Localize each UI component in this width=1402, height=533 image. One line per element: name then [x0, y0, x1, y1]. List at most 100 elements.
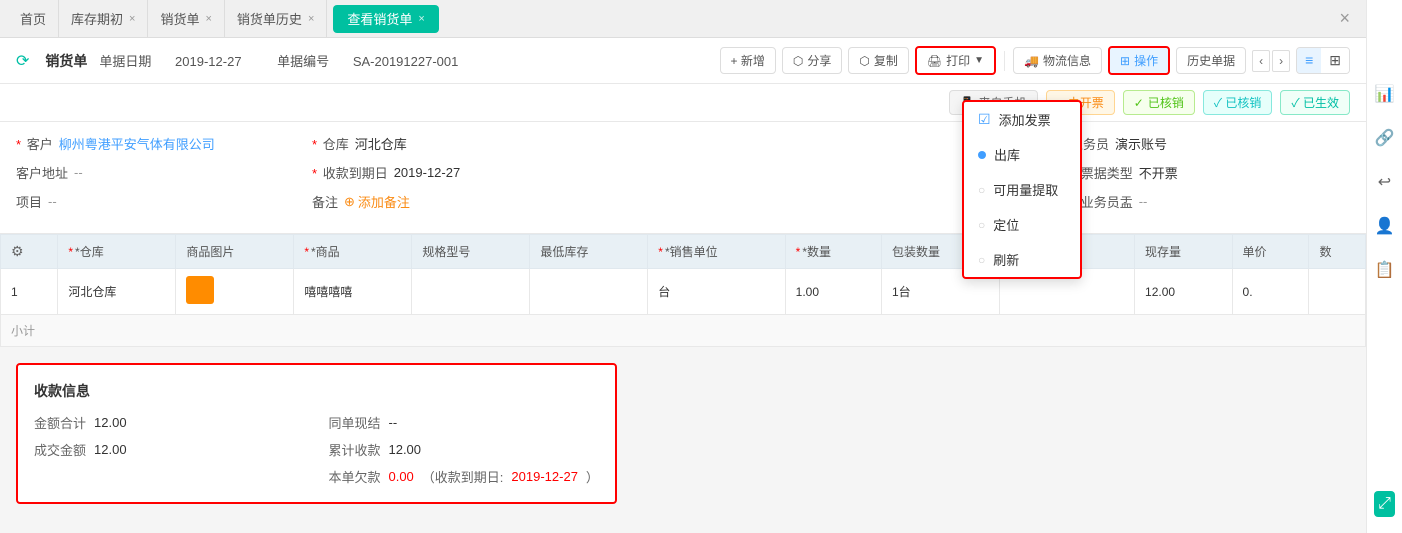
cancel-icon: ✓ [1214, 96, 1222, 110]
checked-button[interactable]: ✓ 已核销 [1123, 90, 1195, 115]
warehouse-field: * 仓库 河北仓库 [312, 134, 592, 153]
payment-info: 收款信息 金额合计 12.00 同单现结 -- 成交金额 12.00 累计收款 … [16, 363, 617, 504]
col-amount: 数 [1309, 235, 1366, 269]
project-value: -- [48, 194, 57, 209]
radio-icon-1: ○ [978, 183, 985, 197]
col-quantity: **数量 [785, 235, 881, 269]
arrears-value: 0.00 [388, 469, 413, 484]
close-tab-view[interactable]: × [418, 13, 424, 25]
close-tab-history[interactable]: × [308, 13, 314, 25]
copy-icon: ⬡ [859, 54, 869, 68]
close-tab-inventory[interactable]: × [129, 13, 135, 25]
customer-value[interactable]: 柳州粤港平安气体有限公司 [59, 134, 215, 153]
tab-inventory-init[interactable]: 库存期初 × [59, 0, 148, 37]
radio-icon-2: ○ [978, 218, 985, 232]
subtotal-row: 小计 [1, 315, 1366, 347]
col-settings[interactable]: ⚙ [1, 235, 58, 269]
invoice-value: 不开票 [1139, 163, 1178, 182]
share-icon: ⬡ [793, 54, 803, 68]
amount-total-value: 12.00 [94, 415, 127, 430]
close-all-button[interactable]: × [1331, 8, 1358, 29]
arrears-row: 本单欠款 0.00 （收款到期日: 2019-12-27 ） [328, 467, 598, 486]
sidebar-chart-icon[interactable]: 📊 [1371, 80, 1399, 108]
doc-type-label: 销货单 [45, 51, 87, 71]
doc-title-area: ⟳ 销货单 单据日期 2019-12-27 单据编号 SA-20191227-0… [16, 51, 490, 71]
list-view-button[interactable]: ≡ [1297, 48, 1321, 73]
menu-item-outbound[interactable]: 出库 [964, 137, 1080, 172]
tab-home[interactable]: 首页 [8, 0, 59, 37]
menu-item-add-invoice[interactable]: ☑ 添加发票 [964, 102, 1080, 137]
col-product: **商品 [294, 235, 412, 269]
print-button[interactable]: 🖨 打印 ▼ [915, 46, 996, 75]
col-unit-price: 单价 [1232, 235, 1309, 269]
row-product-image [176, 269, 294, 315]
col-min-stock: 最低库存 [530, 235, 648, 269]
customer-field: * 客户 柳州粤港平安气体有限公司 [16, 134, 296, 153]
tab-sales-history[interactable]: 销货单历史 × [225, 0, 327, 37]
number-label: 单据编号 SA-20191227-001 [277, 54, 474, 69]
prev-button[interactable]: ‹ [1252, 50, 1270, 72]
next-button[interactable]: › [1272, 50, 1290, 72]
col-sales-unit: **销售单位 [648, 235, 785, 269]
menu-item-refresh[interactable]: ○ 刷新 [964, 242, 1080, 277]
transaction-row: 成交金额 12.00 [34, 440, 304, 459]
operations-icon: ⊞ [1120, 54, 1130, 68]
payment-info-title: 收款信息 [34, 381, 599, 401]
new-button[interactable]: + 新增 [720, 47, 776, 74]
grid-view-button[interactable]: ⊞ [1321, 48, 1349, 73]
effective-badge[interactable]: ✓ 已生效 [1280, 90, 1350, 115]
row-warehouse: 河北仓库 [58, 269, 176, 315]
sidebar-link-icon[interactable]: 🔗 [1371, 124, 1399, 152]
cancelled-badge[interactable]: ✓ 已核销 [1203, 90, 1273, 115]
form-row-1: * 客户 柳州粤港平安气体有限公司 * 仓库 河北仓库 业务员 演示账号 [16, 134, 1350, 153]
share-button[interactable]: ⬡ 分享 [782, 47, 843, 74]
doc-meta: 单据日期 2019-12-27 单据编号 SA-20191227-001 [99, 51, 490, 70]
project-field: 项目 -- [16, 192, 296, 211]
add-note-button[interactable]: ⊕ 添加备注 [344, 192, 410, 211]
tab-view-sales-order[interactable]: 查看销货单 × [333, 5, 438, 33]
copy-button[interactable]: ⬡ 复制 [848, 47, 909, 74]
note-field: 备注 ⊕ 添加备注 [312, 192, 592, 211]
invoice-field: * 票据类型 不开票 [1070, 163, 1350, 182]
row-quantity: 1.00 [785, 269, 881, 315]
col-product-image: 商品图片 [176, 235, 294, 269]
close-tab-sales[interactable]: × [205, 13, 211, 25]
subtotal-label: 小计 [1, 315, 1366, 347]
document-header: ⟳ 销货单 单据日期 2019-12-27 单据编号 SA-20191227-0… [0, 38, 1366, 84]
gear-icon: ⚙ [11, 243, 24, 259]
due-date-field: * 收款到期日 2019-12-27 [312, 163, 592, 182]
date-label: 单据日期 2019-12-27 [99, 54, 261, 69]
sidebar-user-icon[interactable]: 👤 [1371, 212, 1399, 240]
separator-1 [1004, 51, 1005, 71]
employee-field: 业务员 演示账号 [1070, 134, 1350, 153]
add-icon: ⊕ [344, 194, 355, 210]
menu-item-available-qty[interactable]: ○ 可用量提取 [964, 172, 1080, 207]
row-amount [1309, 269, 1366, 315]
form-row-2: 客户地址 -- * 收款到期日 2019-12-27 * 票据类型 不开票 [16, 163, 1350, 182]
sidebar-expand-icon[interactable]: ⤢ [1374, 491, 1395, 517]
col-spec: 规格型号 [412, 235, 530, 269]
row-index: 1 [1, 269, 58, 315]
radio-icon-3: ○ [978, 253, 985, 267]
row-current-stock: 12.00 [1135, 269, 1232, 315]
sidebar-undo-icon[interactable]: ↩ [1374, 168, 1395, 196]
print-icon: 🖨 [927, 54, 942, 68]
sidebar-clipboard-icon[interactable]: 📋 [1371, 256, 1399, 284]
arrears-date: 2019-12-27 [511, 469, 578, 484]
right-sidebar: 📊 🔗 ↩ 👤 📋 ⤢ [1366, 0, 1402, 533]
transaction-value: 12.00 [94, 442, 127, 457]
bottom-section: 收款信息 金额合计 12.00 同单现结 -- 成交金额 12.00 累计收款 … [0, 347, 1366, 520]
logistics-icon: 🚚 [1024, 54, 1039, 68]
address-field: 客户地址 -- [16, 163, 296, 182]
operations-button[interactable]: ⊞ 操作 [1108, 46, 1170, 75]
row-product: 嘻嘻嘻嘻 [294, 269, 412, 315]
row-unit-price: 0. [1232, 269, 1309, 315]
tab-sales-order[interactable]: 销货单 × [148, 0, 224, 37]
cumulative-value: 12.00 [388, 442, 421, 457]
table-row: 1 河北仓库 嘻嘻嘻嘻 台 1.00 1台 12.00 0. [1, 269, 1366, 315]
history-button[interactable]: 历史单据 [1176, 47, 1246, 74]
row-min-stock [530, 269, 648, 315]
menu-item-locate[interactable]: ○ 定位 [964, 207, 1080, 242]
check-icon: ✓ [1134, 96, 1144, 110]
logistics-button[interactable]: 🚚 物流信息 [1013, 47, 1102, 74]
